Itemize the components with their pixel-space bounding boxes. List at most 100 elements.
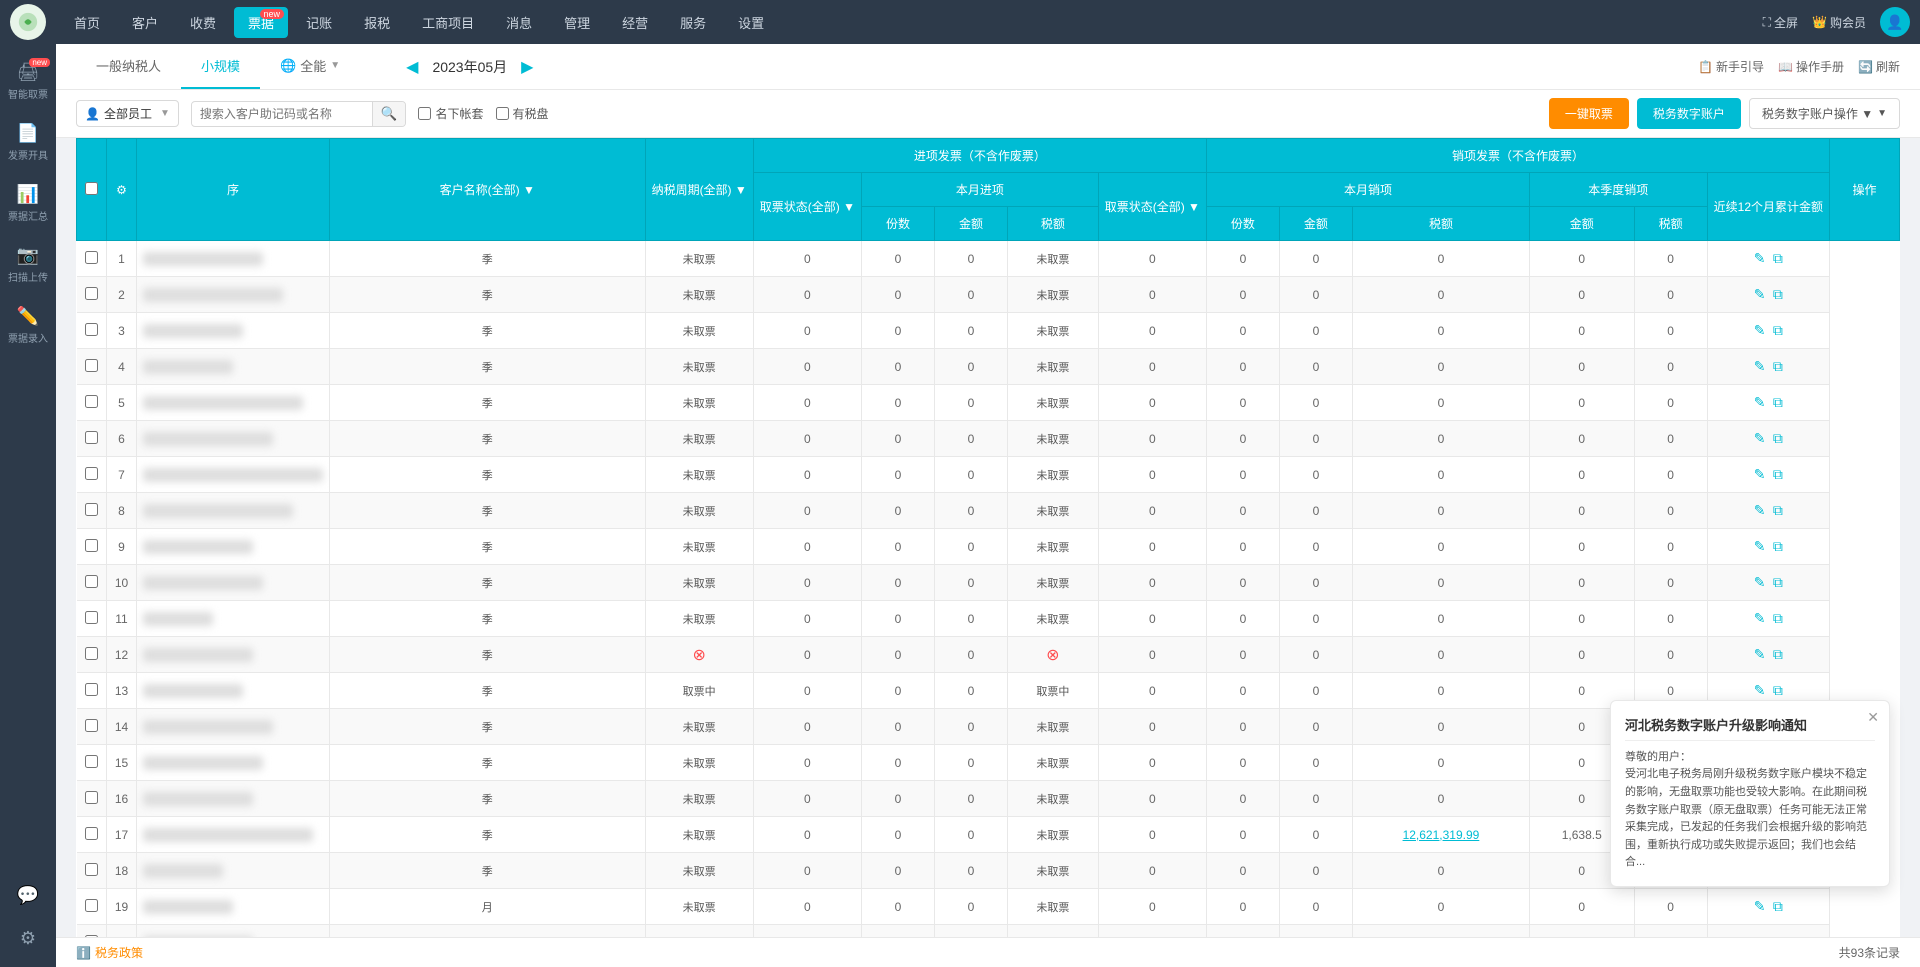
- nav-admin[interactable]: 管理: [550, 7, 604, 38]
- refresh-btn[interactable]: 🔄 刷新: [1858, 58, 1900, 75]
- nav-accounting[interactable]: 记账: [292, 7, 346, 38]
- row-checkbox[interactable]: [85, 503, 98, 516]
- logo[interactable]: [10, 4, 46, 40]
- row-checkbox[interactable]: [85, 431, 98, 444]
- q-tax-cell: 0: [1529, 493, 1634, 529]
- row-checkbox[interactable]: [85, 287, 98, 300]
- copy-btn[interactable]: ⧉: [1771, 500, 1785, 521]
- subordinate-checkbox[interactable]: [418, 107, 431, 120]
- sidebar-item-smart-ticket[interactable]: 🖨 智能取票 new: [2, 54, 54, 109]
- edit-btn[interactable]: ✎: [1752, 896, 1768, 917]
- tab-all[interactable]: 🌐 全能 ▼: [260, 44, 360, 89]
- tax-policy-link[interactable]: ℹ️ 税务政策: [76, 944, 143, 961]
- copy-btn[interactable]: ⧉: [1771, 428, 1785, 449]
- copy-btn[interactable]: ⧉: [1771, 320, 1785, 341]
- nav-home[interactable]: 首页: [60, 7, 114, 38]
- copy-btn[interactable]: ⧉: [1771, 536, 1785, 557]
- nav-tax[interactable]: 报税: [350, 7, 404, 38]
- copy-btn[interactable]: ⧉: [1771, 392, 1785, 413]
- edit-btn[interactable]: ✎: [1752, 608, 1768, 629]
- user-avatar[interactable]: 👤: [1880, 7, 1910, 37]
- search-input[interactable]: [192, 103, 372, 125]
- copy-btn[interactable]: ⧉: [1771, 644, 1785, 665]
- sidebar-item-message[interactable]: 💬: [2, 877, 54, 914]
- copy-btn[interactable]: ⧉: [1771, 608, 1785, 629]
- copy-btn[interactable]: ⧉: [1771, 356, 1785, 377]
- fullscreen-btn[interactable]: ⛶ 全屏: [1763, 14, 1798, 31]
- member-btn[interactable]: 👑 购会员: [1812, 14, 1866, 31]
- edit-btn[interactable]: ✎: [1752, 464, 1768, 485]
- row-checkbox[interactable]: [85, 647, 98, 660]
- row-checkbox[interactable]: [85, 719, 98, 732]
- tax-digital-account-btn[interactable]: 税务数字账户: [1637, 98, 1741, 129]
- tab-general-taxpayer[interactable]: 一般纳税人: [76, 44, 181, 89]
- row-checkbox[interactable]: [85, 791, 98, 804]
- copy-btn[interactable]: ⧉: [1771, 284, 1785, 305]
- row-checkbox[interactable]: [85, 863, 98, 876]
- error-out-icon[interactable]: ⊗: [1046, 647, 1059, 664]
- copy-btn[interactable]: ⧉: [1771, 248, 1785, 269]
- edit-btn[interactable]: ✎: [1752, 320, 1768, 341]
- employee-filter[interactable]: 👤 全部员工 ▼: [76, 100, 179, 127]
- in-tax-cell: 0: [935, 313, 1008, 349]
- fetch-out-status-normal: 未取票: [1036, 722, 1069, 734]
- edit-btn[interactable]: ✎: [1752, 680, 1768, 701]
- edit-btn[interactable]: ✎: [1752, 572, 1768, 593]
- edit-btn[interactable]: ✎: [1752, 392, 1768, 413]
- select-all-checkbox[interactable]: [85, 182, 98, 195]
- row-checkbox[interactable]: [85, 395, 98, 408]
- sidebar-item-ticket-entry[interactable]: ✏️ 票据录入: [2, 298, 54, 353]
- edit-btn[interactable]: ✎: [1752, 536, 1768, 557]
- edit-btn[interactable]: ✎: [1752, 356, 1768, 377]
- sidebar-item-invoice-open[interactable]: 📄 发票开具: [2, 115, 54, 170]
- nav-billing[interactable]: 收费: [176, 7, 230, 38]
- search-button[interactable]: 🔍: [372, 102, 406, 126]
- new-guide-btn[interactable]: 📋 新手引导: [1698, 58, 1764, 75]
- manual-btn[interactable]: 📖 操作手册: [1778, 58, 1844, 75]
- one-click-ticket-btn[interactable]: 一键取票: [1549, 98, 1629, 129]
- nav-settings[interactable]: 设置: [724, 7, 778, 38]
- has-tax-checkbox[interactable]: [496, 107, 509, 120]
- fetch-status-normal: 未取票: [683, 866, 716, 878]
- sidebar-item-ticket-summary[interactable]: 📊 票据汇总: [2, 176, 54, 231]
- out-copies-cell: 0: [1098, 745, 1206, 781]
- nav-customer[interactable]: 客户: [118, 7, 172, 38]
- nav-invoice[interactable]: 票据 new: [234, 7, 288, 38]
- copy-btn[interactable]: ⧉: [1771, 896, 1785, 917]
- nav-message[interactable]: 消息: [492, 7, 546, 38]
- nav-service[interactable]: 服务: [666, 7, 720, 38]
- period-next-btn[interactable]: ▶: [515, 55, 539, 79]
- cum-amount-cell: 0: [1634, 277, 1707, 313]
- row-checkbox[interactable]: [85, 539, 98, 552]
- edit-btn[interactable]: ✎: [1752, 428, 1768, 449]
- sidebar-item-settings[interactable]: ⚙: [2, 920, 54, 957]
- nav-business[interactable]: 工商项目: [408, 7, 488, 38]
- row-checkbox[interactable]: [85, 611, 98, 624]
- q-amount-link[interactable]: 12,621,319.99: [1403, 828, 1480, 842]
- period-cell: 季: [330, 709, 646, 745]
- row-checkbox[interactable]: [85, 323, 98, 336]
- row-checkbox[interactable]: [85, 899, 98, 912]
- nav-operations[interactable]: 经营: [608, 7, 662, 38]
- row-checkbox[interactable]: [85, 575, 98, 588]
- edit-btn[interactable]: ✎: [1752, 500, 1768, 521]
- edit-btn[interactable]: ✎: [1752, 284, 1768, 305]
- notification-close-btn[interactable]: ✕: [1867, 709, 1879, 726]
- digital-account-ops-btn[interactable]: 税务数字账户操作 ▼ ▼: [1749, 98, 1900, 129]
- row-checkbox[interactable]: [85, 827, 98, 840]
- edit-btn[interactable]: ✎: [1752, 248, 1768, 269]
- row-checkbox[interactable]: [85, 251, 98, 264]
- row-checkbox[interactable]: [85, 467, 98, 480]
- copy-btn[interactable]: ⧉: [1771, 680, 1785, 701]
- tab-small-scale[interactable]: 小规模: [181, 44, 260, 89]
- row-checkbox[interactable]: [85, 755, 98, 768]
- row-checkbox[interactable]: [85, 359, 98, 372]
- period-prev-btn[interactable]: ◀: [400, 55, 424, 79]
- row-checkbox[interactable]: [85, 683, 98, 696]
- copy-btn[interactable]: ⧉: [1771, 464, 1785, 485]
- edit-btn[interactable]: ✎: [1752, 644, 1768, 665]
- table-row: 19 月 未取票 0 0 0 未取票 0 0 0 0 0 0 ✎ ⧉: [77, 889, 1900, 925]
- sidebar-item-scan-upload[interactable]: 📷 扫描上传: [2, 237, 54, 292]
- error-icon[interactable]: ⊗: [692, 647, 705, 664]
- copy-btn[interactable]: ⧉: [1771, 572, 1785, 593]
